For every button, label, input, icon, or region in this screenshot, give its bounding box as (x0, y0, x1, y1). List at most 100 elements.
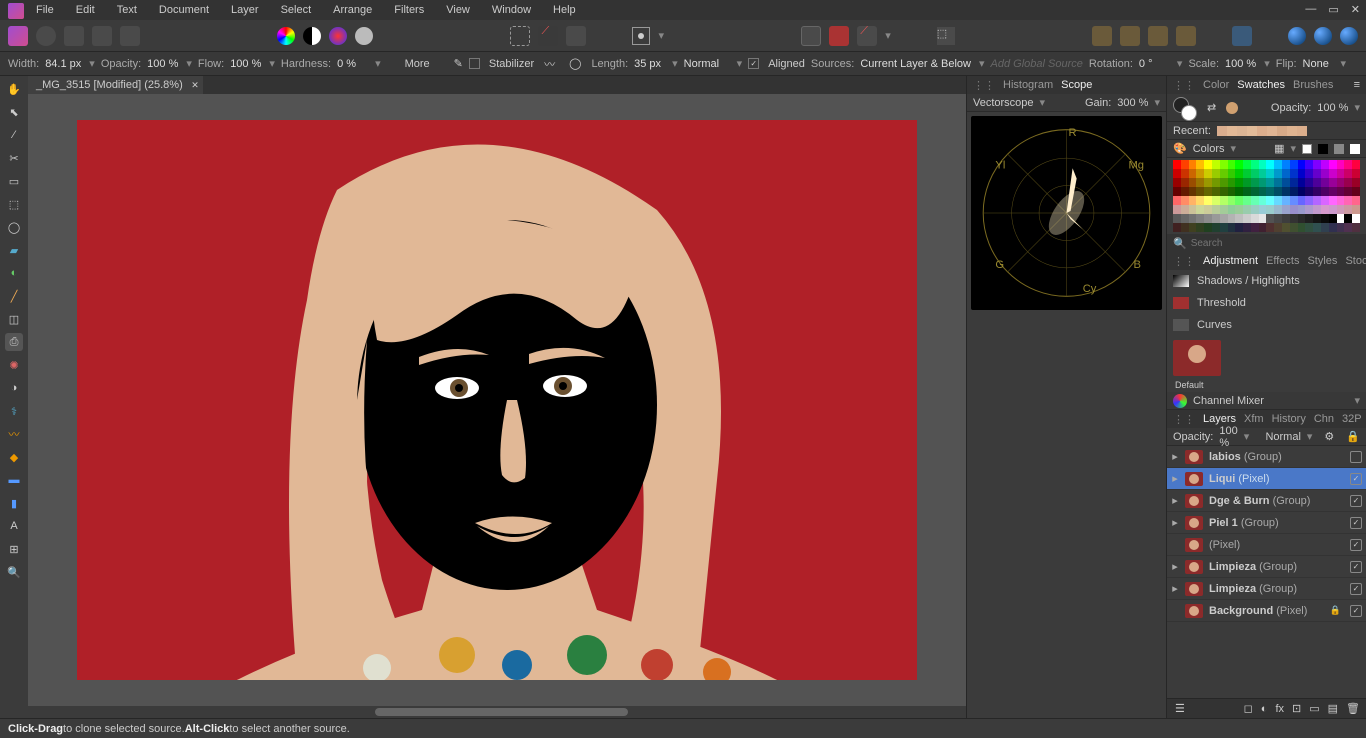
erase-tool-icon[interactable]: ◫ (5, 310, 23, 328)
search-input[interactable] (1191, 238, 1360, 249)
palette-swatch[interactable] (1243, 178, 1251, 187)
tab-layers[interactable]: Layers (1203, 413, 1236, 425)
palette-swatch[interactable] (1181, 187, 1189, 196)
visibility-checkbox[interactable] (1350, 451, 1362, 463)
arrange-backward-icon[interactable] (1120, 26, 1140, 46)
default-preset-thumb[interactable] (1173, 340, 1221, 376)
palette-swatch[interactable] (1321, 196, 1329, 205)
palette-swatch[interactable] (1189, 160, 1197, 169)
palette-swatch[interactable] (1344, 160, 1352, 169)
palette-swatch[interactable] (1251, 205, 1259, 214)
flip-value[interactable]: None (1303, 58, 1333, 70)
palette-swatch[interactable] (1220, 169, 1228, 178)
bw-icon[interactable] (303, 27, 321, 45)
expand-arrow-icon[interactable]: ▸ (1171, 494, 1179, 507)
palette-swatch[interactable] (1189, 214, 1197, 223)
palette-swatch[interactable] (1251, 178, 1259, 187)
scope-type[interactable]: Vectorscope (973, 97, 1034, 109)
chevron-down-icon[interactable]: ▾ (1177, 57, 1183, 70)
chevron-down-icon[interactable]: ▾ (1264, 57, 1270, 70)
palette-swatch[interactable] (1243, 214, 1251, 223)
adj-curves[interactable]: Curves (1167, 314, 1366, 336)
palette-swatch[interactable] (1173, 169, 1181, 178)
window-maximize-icon[interactable]: ▭ (1328, 3, 1338, 16)
hardness-value[interactable]: 0 % (337, 58, 367, 70)
palette-swatch[interactable] (1196, 169, 1204, 178)
palette-swatch[interactable] (1352, 169, 1360, 178)
palette-swatch[interactable] (1228, 196, 1236, 205)
palette-swatch[interactable] (1196, 178, 1204, 187)
palette-swatch[interactable] (1204, 223, 1212, 232)
menu-file[interactable]: File (36, 4, 54, 16)
palette-swatch[interactable] (1329, 214, 1337, 223)
palette-swatch[interactable] (1329, 205, 1337, 214)
adjustment-icon[interactable] (329, 27, 347, 45)
mesh-tool-icon[interactable]: ⊞ (5, 540, 23, 558)
menu-document[interactable]: Document (159, 4, 209, 16)
add-layer-icon[interactable]: ▤ (1328, 702, 1338, 715)
palette-swatch[interactable] (1181, 205, 1189, 214)
palette-swatch[interactable] (1212, 169, 1220, 178)
fill-white-icon[interactable] (1350, 144, 1360, 154)
gradient-tool-icon[interactable]: ◐ (5, 264, 23, 282)
palette-swatch[interactable] (1228, 214, 1236, 223)
assistant-icon[interactable] (829, 26, 849, 46)
recent-swatches[interactable] (1217, 126, 1307, 136)
chevron-down-icon[interactable]: ▾ (979, 57, 985, 70)
palette-swatch[interactable] (1274, 178, 1282, 187)
palette-swatch[interactable] (1189, 205, 1197, 214)
palette-swatch[interactable] (1344, 196, 1352, 205)
align-icon[interactable] (1232, 26, 1252, 46)
palette-swatch[interactable] (1266, 214, 1274, 223)
palette-swatch[interactable] (1196, 205, 1204, 214)
palette-swatch[interactable] (1173, 223, 1181, 232)
fill-gray-icon[interactable] (1334, 144, 1344, 154)
swap-colors-icon[interactable]: ⇄ (1207, 101, 1216, 114)
palette-swatch[interactable] (1251, 160, 1259, 169)
chevron-down-icon[interactable]: ▾ (1154, 96, 1160, 109)
palette-swatch[interactable] (1321, 169, 1329, 178)
palette-swatch[interactable] (1337, 214, 1345, 223)
chevron-down-icon[interactable]: ▾ (1290, 142, 1296, 155)
brush-icon[interactable]: ✎ (454, 57, 463, 70)
palette-swatch[interactable] (1344, 169, 1352, 178)
chevron-down-icon[interactable]: ▾ (375, 57, 381, 70)
text-tool-icon[interactable]: A (5, 517, 23, 535)
palette-swatch[interactable] (1274, 169, 1282, 178)
delete-layer-icon[interactable]: 🗑 (1346, 702, 1360, 715)
palette-swatch[interactable] (1259, 160, 1267, 169)
palette-swatch[interactable] (1352, 187, 1360, 196)
layer-row[interactable]: ▸Liqui (Pixel)✓ (1167, 468, 1366, 490)
palette-swatch[interactable] (1212, 223, 1220, 232)
persona-liquify-icon[interactable] (36, 26, 56, 46)
more-button[interactable]: More (405, 58, 430, 70)
palette-swatch[interactable] (1220, 187, 1228, 196)
palette-swatch[interactable] (1266, 205, 1274, 214)
swatch[interactable] (1217, 126, 1227, 136)
grid-icon[interactable] (801, 26, 821, 46)
palette-swatch[interactable] (1196, 160, 1204, 169)
opacity-value[interactable]: 100 % (147, 58, 178, 70)
chevron-down-icon[interactable]: ▾ (1244, 430, 1250, 443)
palette-swatch[interactable] (1313, 196, 1321, 205)
palette-swatch[interactable] (1189, 187, 1197, 196)
zoom-tool-icon[interactable]: 🔍 (5, 563, 23, 581)
blend-mode[interactable]: Normal (684, 58, 729, 70)
palette-swatch[interactable] (1274, 223, 1282, 232)
swatch[interactable] (1257, 126, 1267, 136)
palette-swatch[interactable] (1352, 205, 1360, 214)
chevron-down-icon[interactable]: ▾ (1341, 57, 1347, 70)
palette-swatch[interactable] (1235, 214, 1243, 223)
swatch[interactable] (1287, 126, 1297, 136)
color-picker-tool-icon[interactable]: ⁄ (5, 126, 23, 144)
palette-swatch[interactable] (1329, 160, 1337, 169)
palette-swatch[interactable] (1337, 205, 1345, 214)
fill-black-icon[interactable] (1318, 144, 1328, 154)
palette-swatch[interactable] (1321, 214, 1329, 223)
palette-swatch[interactable] (1313, 214, 1321, 223)
visibility-checkbox[interactable]: ✓ (1350, 605, 1362, 617)
palette-swatch[interactable] (1220, 196, 1228, 205)
shape-tool-icon[interactable]: ▬ (5, 471, 23, 489)
palette-swatch[interactable] (1290, 205, 1298, 214)
palette-swatch[interactable] (1282, 160, 1290, 169)
